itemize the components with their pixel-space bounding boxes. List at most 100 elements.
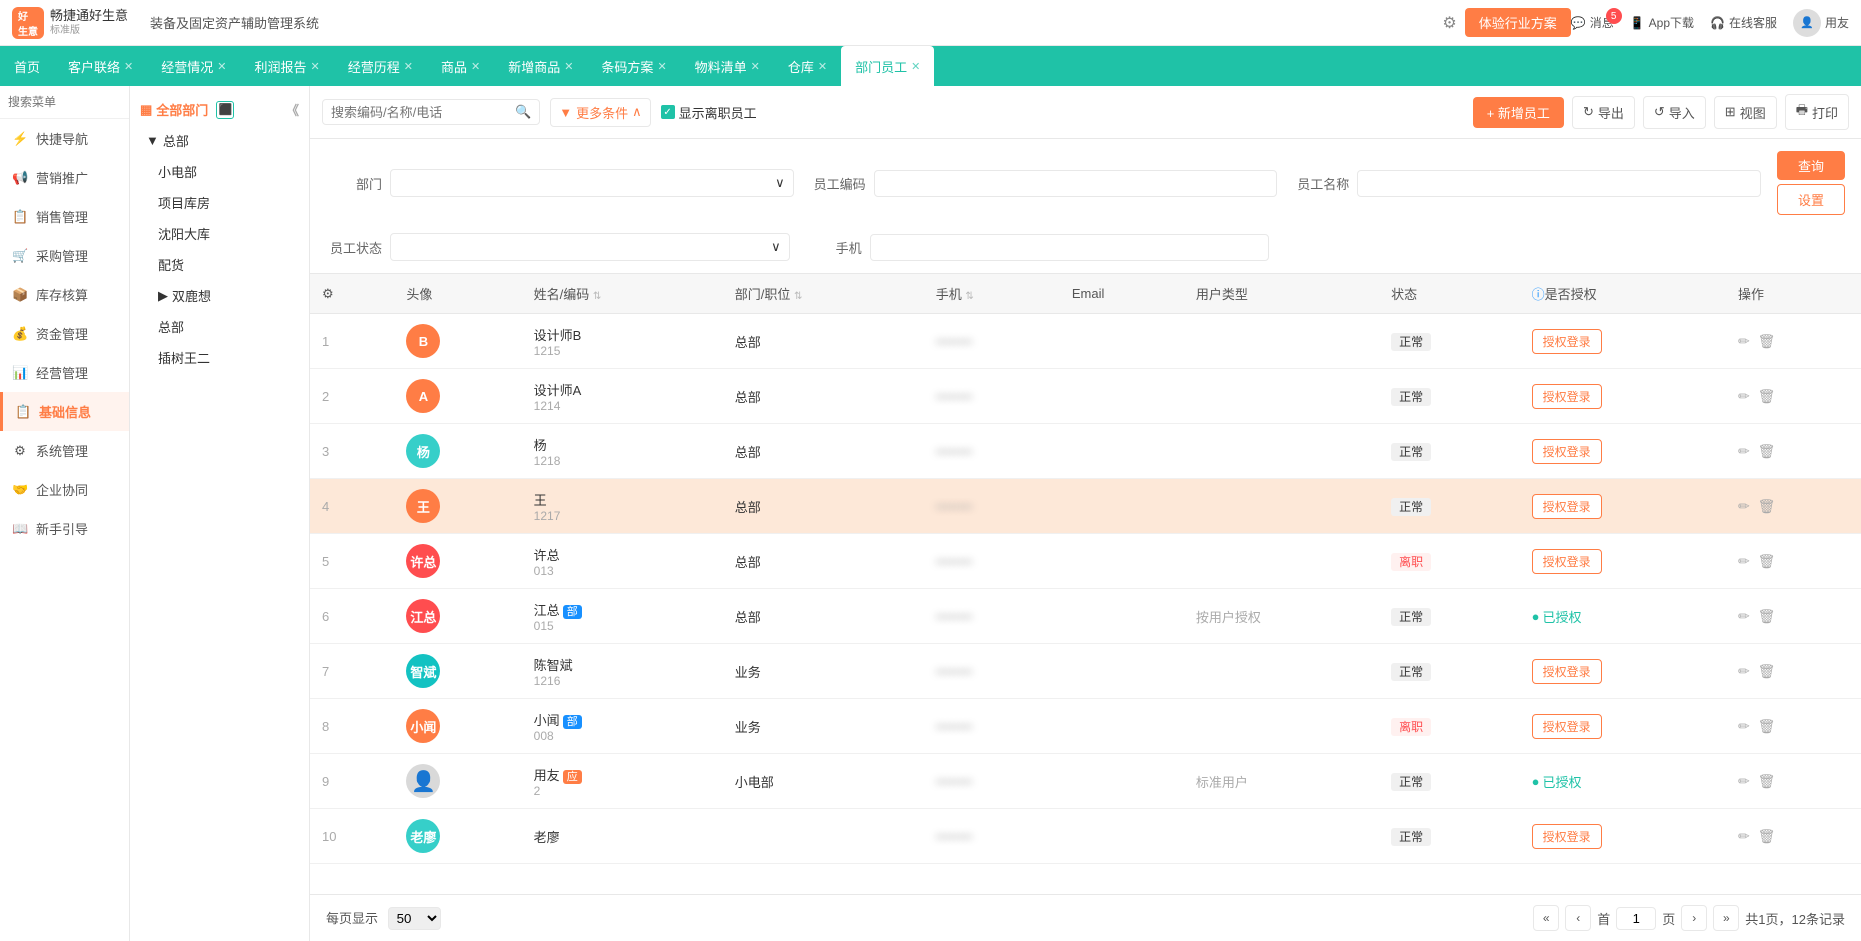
last-page-btn[interactable]: » [1713, 905, 1739, 931]
tab-goods[interactable]: 商品 ✕ [427, 46, 494, 86]
auth-button[interactable]: 授权登录 [1532, 494, 1602, 519]
dept-item-distribution[interactable]: 配货 [130, 249, 309, 280]
info-icon[interactable]: ⓘ [1532, 287, 1545, 302]
tab-new-goods[interactable]: 新增商品 ✕ [494, 46, 587, 86]
sidebar-item-marketing[interactable]: 📢营销推广 [0, 158, 129, 197]
tab-history[interactable]: 经营历程 ✕ [334, 46, 427, 86]
dept-item-small[interactable]: 小电部 [130, 156, 309, 187]
filter-code-input[interactable] [874, 170, 1278, 197]
delete-icon[interactable]: 🗑 [1758, 443, 1776, 460]
edit-icon[interactable]: ✏ [1738, 333, 1750, 350]
edit-icon[interactable]: ✏ [1738, 608, 1750, 625]
sidebar-item-guide[interactable]: 📖新手引导 [0, 509, 129, 548]
close-icon[interactable]: ✕ [404, 60, 413, 73]
dept-item-root[interactable]: ▼ 总部 [130, 125, 309, 156]
sidebar-item-basic-info[interactable]: 📋基础信息 [0, 392, 129, 431]
delete-icon[interactable]: 🗑 [1758, 663, 1776, 680]
filter-status-select[interactable]: ∨ [390, 233, 790, 261]
dept-item-shenyang[interactable]: 沈阳大库 [130, 218, 309, 249]
filter-name-input[interactable] [1357, 170, 1761, 197]
edit-icon[interactable]: ✏ [1738, 718, 1750, 735]
trial-button[interactable]: 体验行业方案 [1465, 8, 1571, 37]
delete-icon[interactable]: 🗑 [1758, 388, 1776, 405]
filter-dept-select[interactable]: ∨ [390, 169, 794, 197]
th-settings[interactable]: ⚙ [310, 274, 394, 314]
sidebar-item-finance[interactable]: 💰资金管理 [0, 314, 129, 353]
auth-button[interactable]: 授权登录 [1532, 439, 1602, 464]
page-number-input[interactable] [1616, 907, 1656, 930]
filter-phone-input[interactable] [870, 234, 1270, 261]
online-service-button[interactable]: 🎧 在线客服 [1710, 14, 1777, 31]
search-input[interactable] [331, 105, 511, 120]
resigned-checkbox[interactable]: ✓ [661, 105, 675, 119]
dept-item-tree[interactable]: 插树王二 [130, 342, 309, 373]
table-settings-icon[interactable]: ⚙ [322, 286, 334, 301]
edit-icon[interactable]: ✏ [1738, 553, 1750, 570]
tab-home[interactable]: 首页 [0, 46, 54, 86]
tab-barcode[interactable]: 条码方案 ✕ [587, 46, 680, 86]
dept-item-hq[interactable]: 总部 [130, 311, 309, 342]
delete-icon[interactable]: 🗑 [1758, 498, 1776, 515]
auth-button[interactable]: 授权登录 [1532, 659, 1602, 684]
next-page-btn[interactable]: › [1681, 905, 1707, 931]
close-icon[interactable]: ✕ [311, 60, 320, 73]
delete-icon[interactable]: 🗑 [1758, 608, 1776, 625]
app-download-button[interactable]: 📱 App下载 [1630, 14, 1694, 31]
auth-button[interactable]: 授权登录 [1532, 384, 1602, 409]
auth-button[interactable]: 授权登录 [1532, 824, 1602, 849]
query-button[interactable]: 查询 [1777, 151, 1845, 180]
tab-warehouse[interactable]: 仓库 ✕ [774, 46, 841, 86]
close-icon[interactable]: ✕ [564, 60, 573, 73]
sidebar-item-inventory[interactable]: 📦库存核算 [0, 275, 129, 314]
edit-icon[interactable]: ✏ [1738, 388, 1750, 405]
close-icon[interactable]: ✕ [911, 60, 920, 73]
close-icon[interactable]: ✕ [471, 60, 480, 73]
add-employee-button[interactable]: + 新增员工 [1473, 97, 1564, 128]
th-name[interactable]: 姓名/编码 ⇅ [522, 274, 723, 314]
th-dept[interactable]: 部门/职位 ⇅ [723, 274, 924, 314]
prev-page-btn[interactable]: ‹ [1565, 905, 1591, 931]
auth-button[interactable]: 授权登录 [1532, 714, 1602, 739]
delete-icon[interactable]: 🗑 [1758, 828, 1776, 845]
view-button[interactable]: ⊞ 视图 [1714, 96, 1777, 129]
show-resigned-toggle[interactable]: ✓ 显示离职员工 [661, 103, 757, 122]
close-icon[interactable]: ✕ [217, 60, 226, 73]
import-button[interactable]: ↺ 导入 [1643, 96, 1706, 129]
tab-customer[interactable]: 客户联络 ✕ [54, 46, 147, 86]
delete-icon[interactable]: 🗑 [1758, 553, 1776, 570]
delete-icon[interactable]: 🗑 [1758, 718, 1776, 735]
tab-bom[interactable]: 物料清单 ✕ [681, 46, 774, 86]
edit-icon[interactable]: ✏ [1738, 498, 1750, 515]
close-icon[interactable]: ✕ [657, 60, 666, 73]
delete-icon[interactable]: 🗑 [1758, 333, 1776, 350]
edit-icon[interactable]: ✏ [1738, 773, 1750, 790]
set-button[interactable]: 设置 [1777, 184, 1845, 215]
print-button[interactable]: 🖶 打印 [1785, 94, 1849, 130]
sidebar-item-sales[interactable]: 📋销售管理 [0, 197, 129, 236]
more-conditions-btn[interactable]: ▼ 更多条件 ∧ [550, 98, 650, 127]
sidebar-item-purchase[interactable]: 🛒采购管理 [0, 236, 129, 275]
sidebar-item-enterprise[interactable]: 🤝企业协同 [0, 470, 129, 509]
delete-icon[interactable]: 🗑 [1758, 773, 1776, 790]
dept-tree-collapse-btn[interactable]: 《 [286, 100, 299, 119]
close-icon[interactable]: ✕ [124, 60, 133, 73]
sidebar-item-system[interactable]: ⚙系统管理 [0, 431, 129, 470]
close-icon[interactable]: ✕ [818, 60, 827, 73]
sidebar-item-operations[interactable]: 📊经营管理 [0, 353, 129, 392]
message-button[interactable]: 💬 消息 5 [1571, 14, 1614, 31]
dept-item-double[interactable]: ▶ 双鹿想 [130, 280, 309, 311]
auth-button[interactable]: 授权登录 [1532, 329, 1602, 354]
per-page-select[interactable]: 50 20 100 [388, 907, 441, 930]
settings-icon[interactable]: ⚙ [1442, 13, 1456, 33]
sidebar-item-quick-nav[interactable]: ⚡快捷导航 [0, 119, 129, 158]
tab-department[interactable]: 部门员工 ✕ [841, 46, 934, 86]
close-icon[interactable]: ✕ [751, 60, 760, 73]
edit-icon[interactable]: ✏ [1738, 828, 1750, 845]
sidebar-search[interactable]: 🔍 [0, 86, 129, 119]
dept-collapse-icon[interactable]: ⬛ [216, 101, 234, 119]
th-phone[interactable]: 手机 ⇅ [924, 274, 1060, 314]
dept-item-project[interactable]: 项目库房 [130, 187, 309, 218]
edit-icon[interactable]: ✏ [1738, 663, 1750, 680]
first-page-btn[interactable]: « [1533, 905, 1559, 931]
auth-button[interactable]: 授权登录 [1532, 549, 1602, 574]
